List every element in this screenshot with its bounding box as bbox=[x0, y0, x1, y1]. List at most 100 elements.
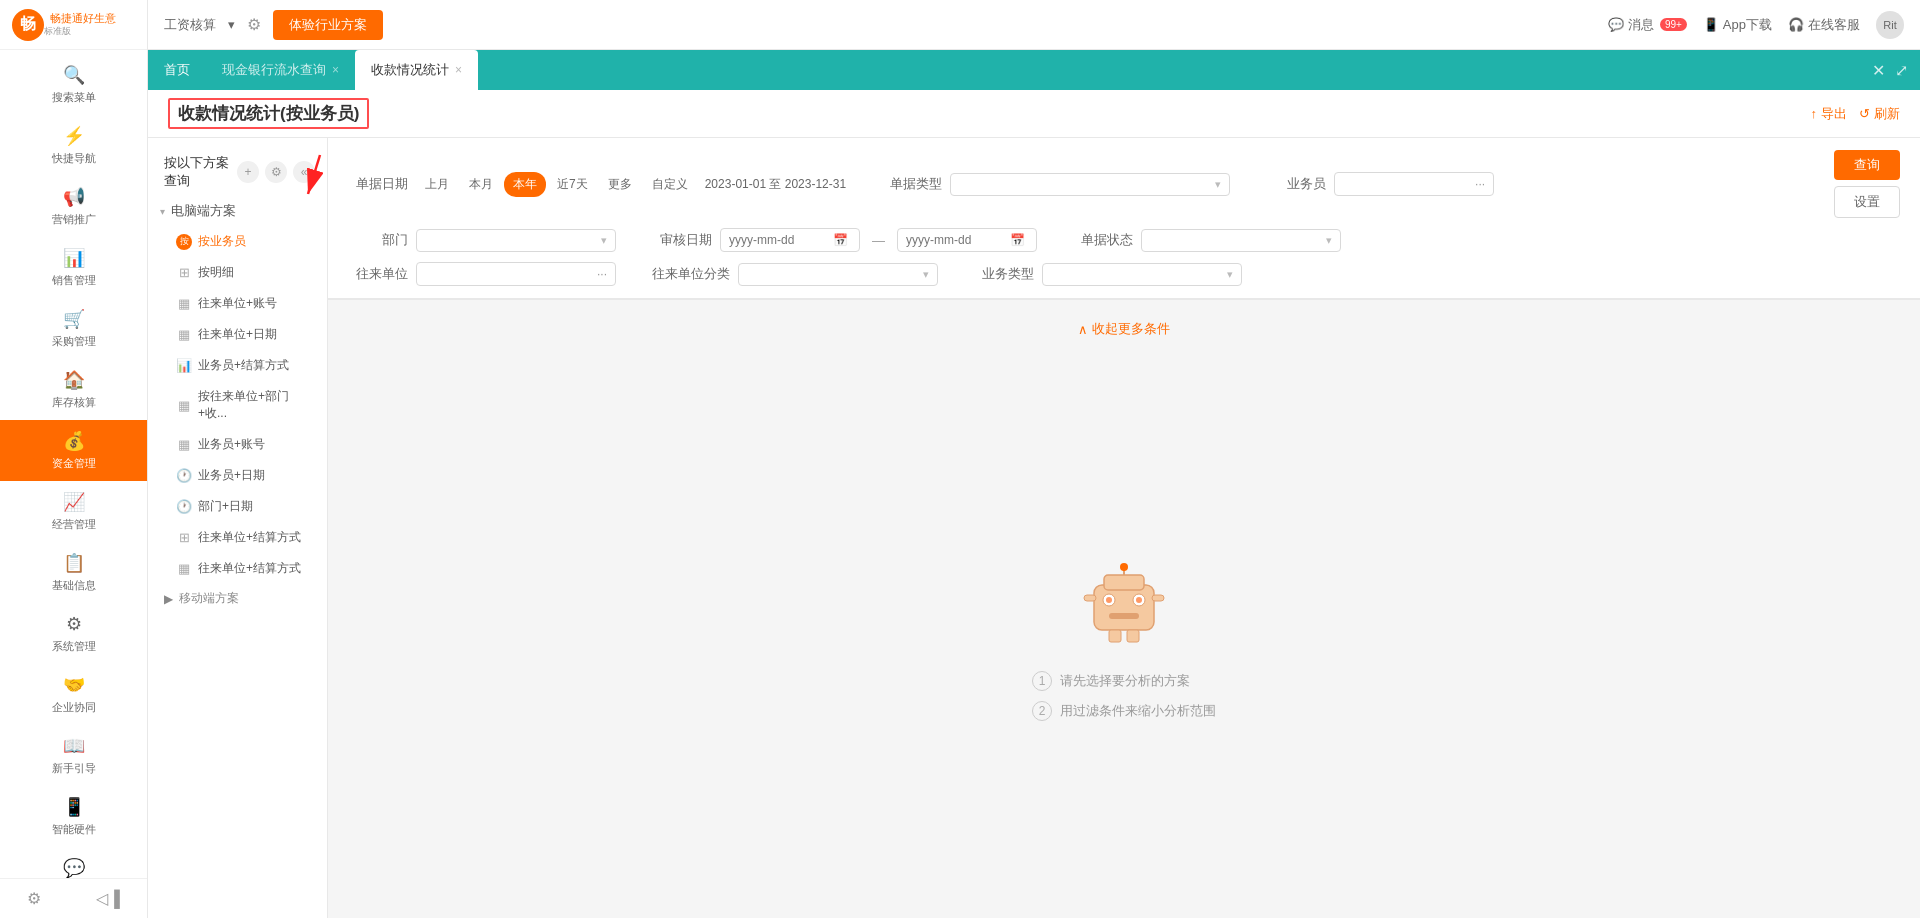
doc-status-label: 单据状态 bbox=[1073, 231, 1133, 249]
sidebar-item-finance[interactable]: 💰 资金管理 bbox=[0, 420, 147, 481]
date-range-display: 2023-01-01 至 2023-12-31 bbox=[705, 176, 846, 193]
basic-nav-icon: 📋 bbox=[63, 552, 85, 574]
panel-collapse-icon[interactable]: « bbox=[293, 161, 315, 183]
topbar: 工资核算 ▾ ⚙ 体验行业方案 💬 消息 99+ 📱 App下载 🎧 在线客服 bbox=[148, 0, 1920, 50]
salesperson-select[interactable]: ··· bbox=[1334, 172, 1494, 196]
sidebar-item-basic[interactable]: 📋 基础信息 bbox=[0, 542, 147, 603]
tabbar-expand-icon[interactable]: ⤢ bbox=[1895, 61, 1908, 80]
messages-label: 消息 bbox=[1628, 16, 1654, 34]
refresh-btn[interactable]: ↺ 刷新 bbox=[1859, 105, 1900, 123]
sidebar-item-system[interactable]: ⚙ 系统管理 bbox=[0, 603, 147, 664]
partner-category-select[interactable]: ▾ bbox=[738, 263, 938, 286]
date-tab-last-month[interactable]: 上月 bbox=[416, 172, 458, 197]
date-tab-more[interactable]: 更多 bbox=[599, 172, 641, 197]
sales-date-icon: 🕐 bbox=[176, 468, 192, 484]
dept-date-icon: 🕐 bbox=[176, 499, 192, 515]
sidebar-footer-settings-icon[interactable]: ⚙ bbox=[27, 889, 41, 908]
panel-settings-icon[interactable]: ⚙ bbox=[265, 161, 287, 183]
placeholder-steps: 1 请先选择要分析的方案 2 用过滤条件来缩小分析范围 bbox=[1032, 671, 1216, 721]
panel-item-sales-date[interactable]: 🕐 业务员+日期 bbox=[148, 460, 327, 491]
panel-item-sales-account[interactable]: ▦ 业务员+账号 bbox=[148, 429, 327, 460]
panel-item-dept-date[interactable]: 🕐 部门+日期 bbox=[148, 491, 327, 522]
panel-header-actions: + ⚙ « bbox=[237, 161, 315, 183]
panel-item-label: 往来单位+账号 bbox=[198, 295, 277, 312]
tab-cash-flow-close-icon[interactable]: × bbox=[332, 63, 339, 77]
step1-number: 1 bbox=[1032, 671, 1052, 691]
headset-icon: 🎧 bbox=[1788, 17, 1804, 32]
sidebar-item-guide[interactable]: 📖 新手引导 bbox=[0, 725, 147, 786]
tab-cash-flow-label: 现金银行流水查询 bbox=[222, 61, 326, 79]
sidebar-item-operations[interactable]: 📈 经营管理 bbox=[0, 481, 147, 542]
dept-select[interactable]: ▾ bbox=[416, 229, 616, 252]
sidebar-item-label: 系统管理 bbox=[52, 639, 96, 654]
audit-date-start[interactable]: 📅 bbox=[720, 228, 860, 252]
sidebar-item-inventory[interactable]: 🏠 库存核算 bbox=[0, 359, 147, 420]
panel-section-mobile-title[interactable]: ▶ 移动端方案 bbox=[148, 584, 327, 613]
dept-chevron-icon: ▾ bbox=[601, 234, 607, 247]
panel-item-partner-date[interactable]: ▦ 往来单位+日期 bbox=[148, 319, 327, 350]
panel-item-by-detail[interactable]: ⊞ 按明细 bbox=[148, 257, 327, 288]
app-download-btn[interactable]: 📱 App下载 bbox=[1703, 16, 1772, 34]
hardware-nav-icon: 📱 bbox=[63, 796, 85, 818]
tab-home-label: 首页 bbox=[164, 61, 190, 79]
topbar-settings-icon[interactable]: ⚙ bbox=[247, 15, 261, 34]
sidebar-item-hardware[interactable]: 📱 智能硬件 bbox=[0, 786, 147, 847]
query-btn[interactable]: 查询 bbox=[1834, 150, 1900, 180]
audit-date-end[interactable]: 📅 bbox=[897, 228, 1037, 252]
settings-btn[interactable]: 设置 bbox=[1834, 186, 1900, 218]
inventory-nav-icon: 🏠 bbox=[63, 369, 85, 391]
message-count-badge: 99+ bbox=[1660, 18, 1687, 31]
partner-more-icon[interactable]: ··· bbox=[597, 267, 607, 281]
sidebar-item-purchase[interactable]: 🛒 采购管理 bbox=[0, 298, 147, 359]
placeholder-robot-icon bbox=[1074, 555, 1174, 655]
panel-item-partner-settle2[interactable]: ▦ 往来单位+结算方式 bbox=[148, 553, 327, 584]
panel-header-label: 按以下方案查询 bbox=[164, 154, 237, 190]
date-tab-custom[interactable]: 自定义 bbox=[643, 172, 697, 197]
panel-item-partner-settle1[interactable]: ⊞ 往来单位+结算方式 bbox=[148, 522, 327, 553]
sidebar-item-sales[interactable]: 📊 销售管理 bbox=[0, 237, 147, 298]
partner-select[interactable]: ··· bbox=[416, 262, 616, 286]
audit-date-end-input[interactable] bbox=[906, 233, 1006, 247]
panel-item-by-salesperson[interactable]: 按 按业务员 bbox=[148, 226, 327, 257]
export-btn[interactable]: ↑ 导出 bbox=[1811, 105, 1848, 123]
date-tab-this-year[interactable]: 本年 bbox=[504, 172, 546, 197]
tab-cash-flow[interactable]: 现金银行流水查询 × bbox=[206, 50, 355, 90]
doc-type-select[interactable]: ▾ bbox=[950, 173, 1230, 196]
svg-rect-10 bbox=[1152, 595, 1164, 601]
tab-receipt-stats[interactable]: 收款情况统计 × bbox=[355, 50, 478, 90]
biz-type-select[interactable]: ▾ bbox=[1042, 263, 1242, 286]
sidebar-item-wechat[interactable]: 💬 企业微信 bbox=[0, 847, 147, 878]
sidebar-item-collab[interactable]: 🤝 企业协同 bbox=[0, 664, 147, 725]
sidebar-footer-collapse-icon[interactable]: ◁▐ bbox=[96, 889, 119, 908]
collapse-btn[interactable]: ∧ 收起更多条件 bbox=[1078, 320, 1170, 338]
salesperson-more-icon[interactable]: ··· bbox=[1475, 177, 1485, 191]
partner-date-icon: ▦ bbox=[176, 327, 192, 343]
panel-item-partner-account[interactable]: ▦ 往来单位+账号 bbox=[148, 288, 327, 319]
doc-status-select[interactable]: ▾ bbox=[1141, 229, 1341, 252]
placeholder-step2: 2 用过滤条件来缩小分析范围 bbox=[1032, 701, 1216, 721]
panel-item-sales-settle[interactable]: 📊 业务员+结算方式 bbox=[148, 350, 327, 381]
online-service-btn[interactable]: 🎧 在线客服 bbox=[1788, 16, 1860, 34]
user-area[interactable]: Rit bbox=[1876, 11, 1904, 39]
date-tab-this-month[interactable]: 本月 bbox=[460, 172, 502, 197]
date-tab-7days[interactable]: 近7天 bbox=[548, 172, 597, 197]
panel-item-partner-dept-collect[interactable]: ▦ 按往来单位+部门+收... bbox=[148, 381, 327, 429]
sidebar-item-search[interactable]: 🔍 搜索菜单 bbox=[0, 54, 147, 115]
panel-section-desktop-title[interactable]: ▾ 电脑端方案 bbox=[148, 196, 327, 226]
sidebar-item-marketing[interactable]: 📢 营销推广 bbox=[0, 176, 147, 237]
messages-btn[interactable]: 💬 消息 99+ bbox=[1608, 16, 1687, 34]
tabbar-close-icon[interactable]: ✕ bbox=[1872, 61, 1885, 80]
audit-date-start-input[interactable] bbox=[729, 233, 829, 247]
salesperson-label: 业务员 bbox=[1266, 175, 1326, 193]
tab-home[interactable]: 首页 bbox=[148, 50, 206, 90]
biz-type-chevron-icon: ▾ bbox=[1227, 268, 1233, 281]
tab-receipt-stats-close-icon[interactable]: × bbox=[455, 63, 462, 77]
mobile-arrow-icon: ▶ bbox=[164, 592, 173, 606]
query-area: 单据日期 上月 本月 本年 近7天 更多 自定义 bbox=[328, 138, 1920, 918]
app-download-icon: 📱 bbox=[1703, 17, 1719, 32]
trial-btn[interactable]: 体验行业方案 bbox=[273, 10, 383, 40]
collab-nav-icon: 🤝 bbox=[63, 674, 85, 696]
sidebar-item-quick[interactable]: ⚡ 快捷导航 bbox=[0, 115, 147, 176]
topbar-dropdown-icon[interactable]: ▾ bbox=[228, 17, 235, 32]
panel-add-icon[interactable]: + bbox=[237, 161, 259, 183]
